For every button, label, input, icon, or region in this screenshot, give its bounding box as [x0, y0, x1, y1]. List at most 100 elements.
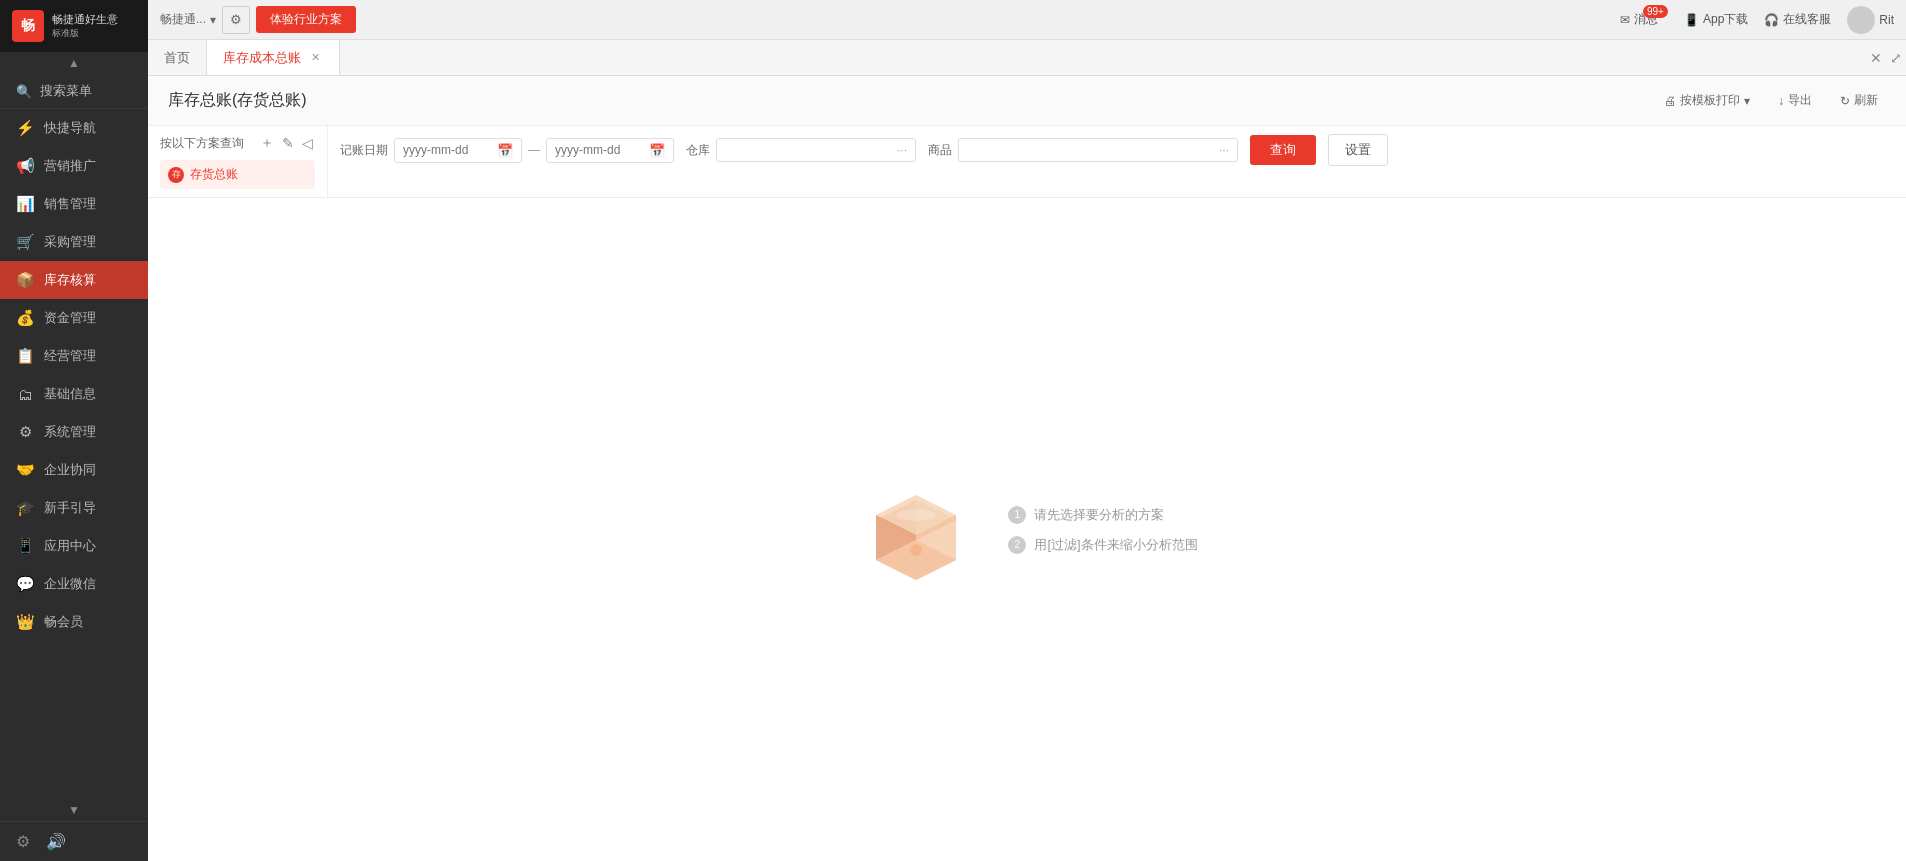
search-menu-item[interactable]: 🔍 搜索菜单 — [0, 74, 148, 109]
goods-filter-group: 商品 ··· — [928, 138, 1238, 162]
scheme-item-icon: 存 — [168, 167, 184, 183]
finance-label: 资金管理 — [44, 309, 96, 327]
export-icon: ↓ — [1778, 94, 1784, 108]
calendar-end-icon[interactable]: 📅 — [649, 143, 665, 158]
sidebar-item-quick-nav[interactable]: ⚡ 快捷导航 — [0, 109, 148, 147]
sidebar-item-finance[interactable]: 💰 资金管理 — [0, 299, 148, 337]
user-avatar — [1847, 6, 1875, 34]
tab-inventory-cost-label: 库存成本总账 — [223, 49, 301, 67]
settings-btn[interactable]: 设置 — [1328, 134, 1388, 166]
scheme-actions: ＋ ✎ ◁ — [258, 134, 315, 152]
date-filter-group: 记账日期 📅 — 📅 — [340, 138, 674, 163]
svg-point-7 — [910, 544, 922, 556]
date-start-field[interactable] — [403, 143, 493, 157]
scheme-edit-btn[interactable]: ✎ — [280, 134, 296, 152]
scheme-collapse-btn[interactable]: ◁ — [300, 134, 315, 152]
footer-audio-icon[interactable]: 🔊 — [46, 832, 66, 851]
tip-text-1: 请先选择要分析的方案 — [1034, 506, 1164, 524]
sidebar-item-app-center[interactable]: 📱 应用中心 — [0, 527, 148, 565]
sidebar-item-sales[interactable]: 📊 销售管理 — [0, 185, 148, 223]
sidebar-item-wechat[interactable]: 💬 企业微信 — [0, 565, 148, 603]
user-area[interactable]: Rit — [1847, 6, 1894, 34]
empty-tip-1: 1 请先选择要分析的方案 — [1008, 506, 1197, 524]
tabbar: 首页 库存成本总账 ✕ ✕ ⤢ — [148, 40, 1906, 76]
app-center-label: 应用中心 — [44, 537, 96, 555]
app-download-btn[interactable]: 📱 App下载 — [1684, 11, 1748, 28]
empty-tips: 1 请先选择要分析的方案 2 用[过滤]条件来缩小分析范围 — [1008, 506, 1197, 554]
sidebar-item-member[interactable]: 👑 畅会员 — [0, 603, 148, 641]
goods-label: 商品 — [928, 142, 952, 159]
operations-icon: 📋 — [16, 347, 34, 365]
refresh-btn[interactable]: ↻ 刷新 — [1832, 88, 1886, 113]
goods-select[interactable]: ··· — [958, 138, 1238, 162]
system-label: 系统管理 — [44, 423, 96, 441]
tab-inventory-cost[interactable]: 库存成本总账 ✕ — [207, 40, 340, 75]
expand-panel-btn[interactable]: ⤢ — [1886, 50, 1906, 66]
user-name: Rit — [1879, 13, 1894, 27]
date-filter-label: 记账日期 — [340, 142, 388, 159]
chevron-down-icon[interactable]: ▾ — [210, 13, 216, 27]
sidebar-item-inventory[interactable]: 📦 库存核算 — [0, 261, 148, 299]
calendar-start-icon[interactable]: 📅 — [497, 143, 513, 158]
tab-home[interactable]: 首页 — [148, 40, 207, 75]
print-template-btn[interactable]: 🖨 按模板打印 ▾ — [1656, 88, 1758, 113]
sidebar-item-system[interactable]: ⚙ 系统管理 — [0, 413, 148, 451]
tip-num-1: 1 — [1008, 506, 1026, 524]
date-start-input[interactable]: 📅 — [394, 138, 522, 163]
industry-solution-btn[interactable]: 体验行业方案 — [256, 6, 356, 33]
date-separator: — — [528, 143, 540, 157]
warehouse-filter-group: 仓库 ··· — [686, 138, 916, 162]
sidebar-item-purchase[interactable]: 🛒 采购管理 — [0, 223, 148, 261]
guide-label: 新手引导 — [44, 499, 96, 517]
scheme-header: 按以下方案查询 ＋ ✎ ◁ — [160, 134, 315, 152]
warehouse-more-icon[interactable]: ··· — [897, 143, 907, 157]
enterprise-label: 企业协同 — [44, 461, 96, 479]
messages-badge: 99+ — [1643, 5, 1668, 18]
inventory-icon: 📦 — [16, 271, 34, 289]
footer-settings-icon[interactable]: ⚙ — [16, 832, 30, 851]
filter-inputs-row: 记账日期 📅 — 📅 仓库 — [340, 134, 1894, 166]
empty-tip-2: 2 用[过滤]条件来缩小分析范围 — [1008, 536, 1197, 554]
online-service-btn[interactable]: 🎧 在线客服 — [1764, 11, 1831, 28]
print-dropdown-icon: ▾ — [1744, 94, 1750, 108]
messages-btn[interactable]: ✉ 消息 99+ — [1620, 11, 1658, 28]
scroll-down-btn[interactable]: ▼ — [0, 799, 148, 821]
tab-close-icon[interactable]: ✕ — [307, 50, 323, 66]
member-icon: 👑 — [16, 613, 34, 631]
sidebar-item-enterprise[interactable]: 🤝 企业协同 — [0, 451, 148, 489]
scheme-add-btn[interactable]: ＋ — [258, 134, 276, 152]
print-label: 按模板打印 — [1680, 92, 1740, 109]
marketing-label: 营销推广 — [44, 157, 96, 175]
phone-icon: 📱 — [1684, 13, 1699, 27]
refresh-label: 刷新 — [1854, 92, 1878, 109]
svg-point-8 — [896, 509, 936, 521]
breadcrumb: 畅捷通... ▾ — [160, 11, 216, 28]
export-btn[interactable]: ↓ 导出 — [1770, 88, 1820, 113]
topbar-left: 畅捷通... ▾ ⚙ 体验行业方案 — [160, 6, 1612, 34]
wechat-label: 企业微信 — [44, 575, 96, 593]
basic-info-icon: 🗂 — [16, 386, 34, 403]
scheme-label: 按以下方案查询 — [160, 135, 244, 152]
goods-more-icon[interactable]: ··· — [1219, 143, 1229, 157]
scroll-up-btn[interactable]: ▲ — [0, 52, 148, 74]
print-icon: 🖨 — [1664, 94, 1676, 108]
sidebar-item-guide[interactable]: 🎓 新手引导 — [0, 489, 148, 527]
scheme-item-label: 存货总账 — [190, 166, 238, 183]
operations-label: 经营管理 — [44, 347, 96, 365]
sidebar-item-operations[interactable]: 📋 经营管理 — [0, 337, 148, 375]
main-area: 畅捷通... ▾ ⚙ 体验行业方案 ✉ 消息 99+ 📱 App下载 🎧 在线客… — [148, 0, 1906, 861]
close-panel-btn[interactable]: ✕ — [1870, 50, 1882, 66]
warehouse-select[interactable]: ··· — [716, 138, 916, 162]
sidebar-item-marketing[interactable]: 📢 营销推广 — [0, 147, 148, 185]
query-btn[interactable]: 查询 — [1250, 135, 1316, 165]
date-end-input[interactable]: 📅 — [546, 138, 674, 163]
sales-label: 销售管理 — [44, 195, 96, 213]
breadcrumb-text: 畅捷通... — [160, 11, 206, 28]
date-end-field[interactable] — [555, 143, 645, 157]
topbar-settings-btn[interactable]: ⚙ — [222, 6, 250, 34]
sidebar-item-basic-info[interactable]: 🗂 基础信息 — [0, 375, 148, 413]
marketing-icon: 📢 — [16, 157, 34, 175]
scheme-item-inventory-total[interactable]: 存 存货总账 — [160, 160, 315, 189]
basic-info-label: 基础信息 — [44, 385, 96, 403]
logo-icon: 畅 — [12, 10, 44, 42]
